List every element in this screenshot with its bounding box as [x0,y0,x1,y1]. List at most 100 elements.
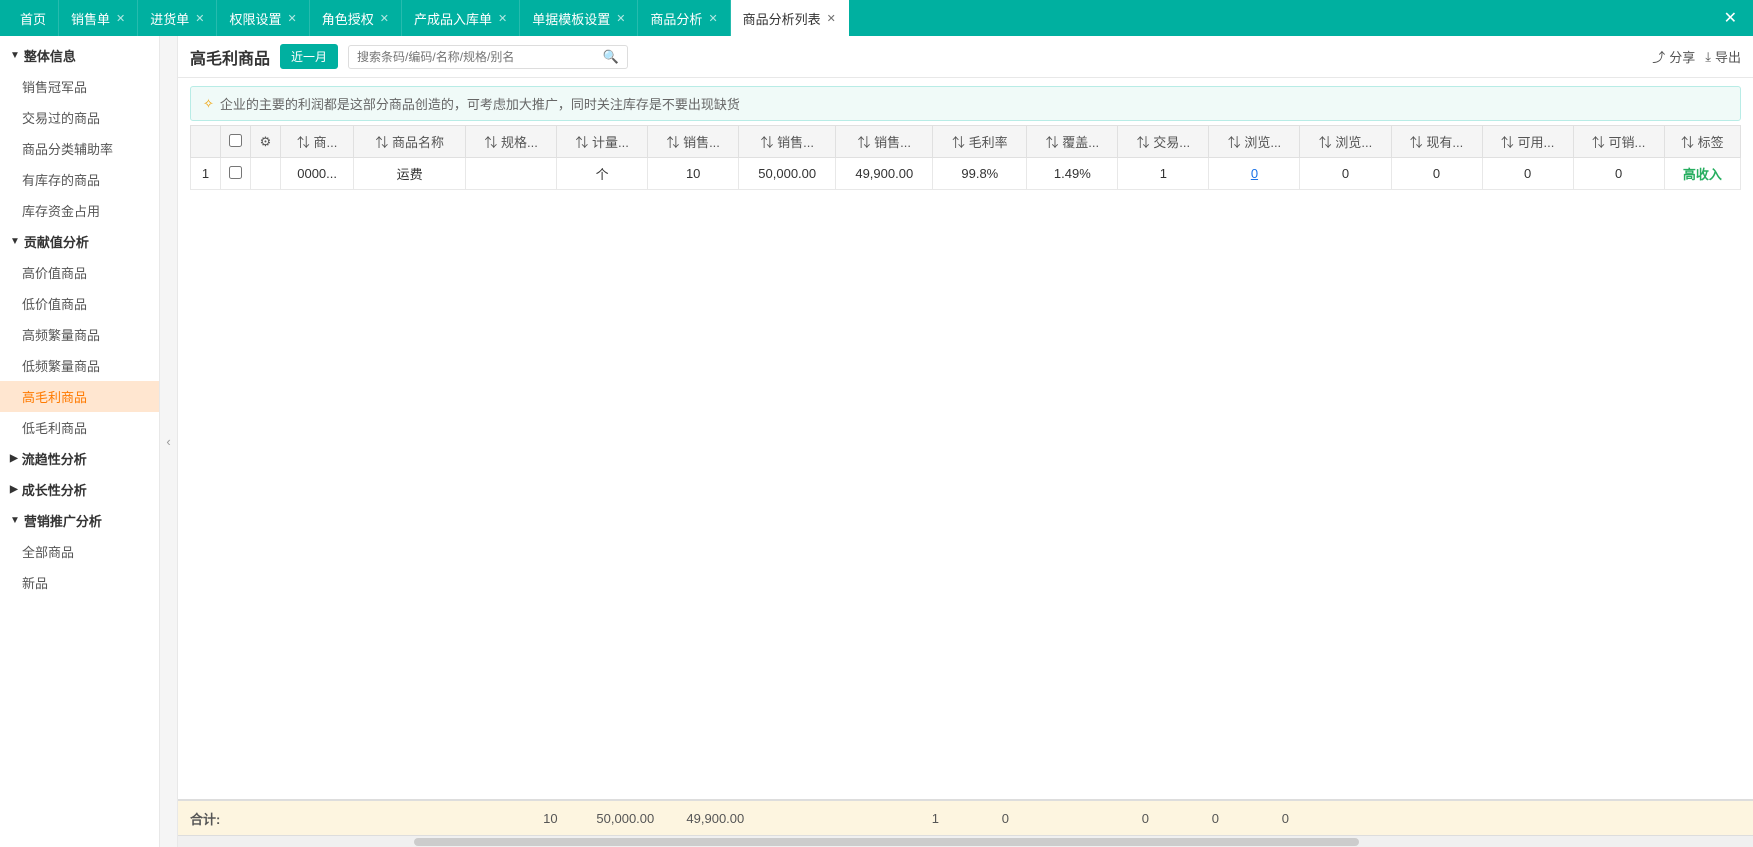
col-tag: ⇅ 标签 [1664,126,1740,158]
sidebar-item-high-freq[interactable]: 高频繁量商品 [0,319,159,350]
sort-icon-3[interactable]: ⇅ [484,135,497,150]
sidebar-item-analysis-assist[interactable]: 商品分类辅助率 [0,133,159,164]
close-product-analysis[interactable]: ✕ [708,12,717,25]
tab-home[interactable]: 首页 [8,0,59,36]
tab-template-settings[interactable]: 单据模板设置 ✕ [520,0,638,36]
tab-product-analysis[interactable]: 商品分析 ✕ [638,0,730,36]
close-sales-order[interactable]: ✕ [116,12,125,25]
header-actions: ⤴ 分享 ⤓ 导出 [1652,47,1741,66]
sidebar-item-high-value[interactable]: 高价值商品 [0,257,159,288]
col-sellable: ⇅ 可销... [1573,126,1664,158]
tab-product-entry[interactable]: 产成品入库单 ✕ [402,0,520,36]
footer-transaction: 1 [900,811,970,826]
sidebar-item-traded[interactable]: 交易过的商品 [0,102,159,133]
cell-sellable: 0 [1573,158,1664,190]
sidebar-item-low-margin[interactable]: 低毛利商品 [0,412,159,443]
sidebar-item-inventory-share[interactable]: 库存资金占用 [0,195,159,226]
sort-icon-2[interactable]: ⇅ [375,135,388,150]
tab-product-analysis-list[interactable]: 商品分析列表 ✕ [731,0,849,36]
export-button[interactable]: ⤓ 导出 [1705,47,1741,66]
sidebar-item-sales-ranking[interactable]: 销售冠军品 [0,71,159,102]
sidebar-group-trend-analysis[interactable]: ▶ 流趋性分析 [0,443,159,474]
col-index [191,126,221,158]
col-coverage: ⇅ 覆盖... [1027,126,1118,158]
close-product-analysis-list[interactable]: ✕ [827,12,836,25]
sort-icon-9[interactable]: ⇅ [1046,135,1059,150]
alert-icon: ✧ [203,96,214,112]
chevron-down-icon: ▼ [10,50,20,61]
col-name: ⇅ 商品名称 [354,126,466,158]
close-permissions[interactable]: ✕ [288,12,297,25]
sort-icon-6[interactable]: ⇅ [760,135,773,150]
cell-unit: 个 [557,158,648,190]
tab-permissions[interactable]: 权限设置 ✕ [217,0,309,36]
search-box: 🔍 [348,45,628,69]
sidebar-item-has-inventory[interactable]: 有库存的商品 [0,164,159,195]
sidebar-item-high-margin[interactable]: 高毛利商品 [0,381,159,412]
footer-sales-profit: 49,900.00 [670,811,760,826]
sidebar-group-marketing-analysis[interactable]: ▼ 营销推广分析 [0,505,159,536]
chevron-down-icon-2: ▼ [10,236,20,247]
sidebar-group-wealth-analysis[interactable]: ▼ 贡献值分析 [0,226,159,257]
top-nav: 首页 销售单 ✕ 进货单 ✕ 权限设置 ✕ 角色授权 ✕ 产成品入库单 ✕ 单据… [0,0,1753,36]
sort-icon-10[interactable]: ⇅ [1137,135,1150,150]
main-layout: ▼ 整体信息 销售冠军品 交易过的商品 商品分类辅助率 有库存的商品 库存资金占… [0,36,1753,847]
col-code: ⇅ 商... [281,126,354,158]
cell-index: 1 [191,158,221,190]
close-role-permissions[interactable]: ✕ [380,12,389,25]
sidebar-item-new-products[interactable]: 新品 [0,567,159,598]
cell-settings [251,158,281,190]
close-all-button[interactable]: ✕ [1716,8,1745,28]
sidebar-group-growth-analysis[interactable]: ▶ 成长性分析 [0,474,159,505]
col-settings[interactable]: ⚙ [251,126,281,158]
tab-purchase-order[interactable]: 进货单 ✕ [138,0,217,36]
close-purchase-order[interactable]: ✕ [195,12,204,25]
page-title: 高毛利商品 [190,45,270,69]
tab-role-permissions[interactable]: 角色授权 ✕ [310,0,402,36]
share-button[interactable]: ⤴ 分享 [1652,47,1695,66]
sort-icon-12[interactable]: ⇅ [1319,135,1332,150]
footer-sales-qty: 10 [520,811,580,826]
sort-icon-15[interactable]: ⇅ [1592,135,1605,150]
cell-check[interactable] [221,158,251,190]
search-input[interactable] [357,50,603,64]
search-icon[interactable]: 🔍 [603,49,619,65]
sidebar-item-low-value[interactable]: 低价值商品 [0,288,159,319]
cell-code: 0000... [281,158,354,190]
cell-available: 0 [1391,158,1482,190]
sort-icon-16[interactable]: ⇅ [1681,135,1694,150]
alert-banner: ✧ 企业的主要的利润都是这部分商品创造的，可考虑加大推广，同时关注库存是不要出现… [190,86,1741,121]
cell-view1[interactable]: 0 [1209,158,1300,190]
filter-month-button[interactable]: 近一月 [280,44,338,69]
cell-spec [466,158,557,190]
share-icon: ⤴ [1652,47,1665,66]
cell-view2: 0 [1300,158,1391,190]
horizontal-scrollbar[interactable] [178,835,1753,847]
cell-usable: 0 [1482,158,1573,190]
sort-icon-11[interactable]: ⇅ [1228,135,1241,150]
sidebar-group-overall-info[interactable]: ▼ 整体信息 [0,40,159,71]
select-all-checkbox[interactable] [229,134,242,147]
col-sales-amount: ⇅ 销售... [739,126,836,158]
col-unit: ⇅ 计量... [557,126,648,158]
sidebar-item-low-freq[interactable]: 低频繁量商品 [0,350,159,381]
row-checkbox[interactable] [229,166,242,179]
col-sales-profit: ⇅ 销售... [836,126,933,158]
close-product-entry[interactable]: ✕ [498,12,507,25]
sort-icon-5[interactable]: ⇅ [666,135,679,150]
sidebar-item-all-products[interactable]: 全部商品 [0,536,159,567]
sidebar-collapse-button[interactable]: ‹ [160,36,178,847]
tab-sales-order[interactable]: 销售单 ✕ [59,0,138,36]
sort-icon-7[interactable]: ⇅ [858,135,871,150]
sort-icon-14[interactable]: ⇅ [1501,135,1514,150]
sort-icon-8[interactable]: ⇅ [952,135,965,150]
close-template-settings[interactable]: ✕ [616,12,625,25]
footer-view1: 0 [970,811,1040,826]
sort-icon[interactable]: ⇅ [297,135,310,150]
col-margin-rate: ⇅ 毛利率 [933,126,1027,158]
sort-icon-4[interactable]: ⇅ [575,135,588,150]
content-header: 高毛利商品 近一月 🔍 ⤴ 分享 ⤓ 导出 [178,36,1753,78]
col-check [221,126,251,158]
sort-icon-13[interactable]: ⇅ [1410,135,1423,150]
col-spec: ⇅ 规格... [466,126,557,158]
